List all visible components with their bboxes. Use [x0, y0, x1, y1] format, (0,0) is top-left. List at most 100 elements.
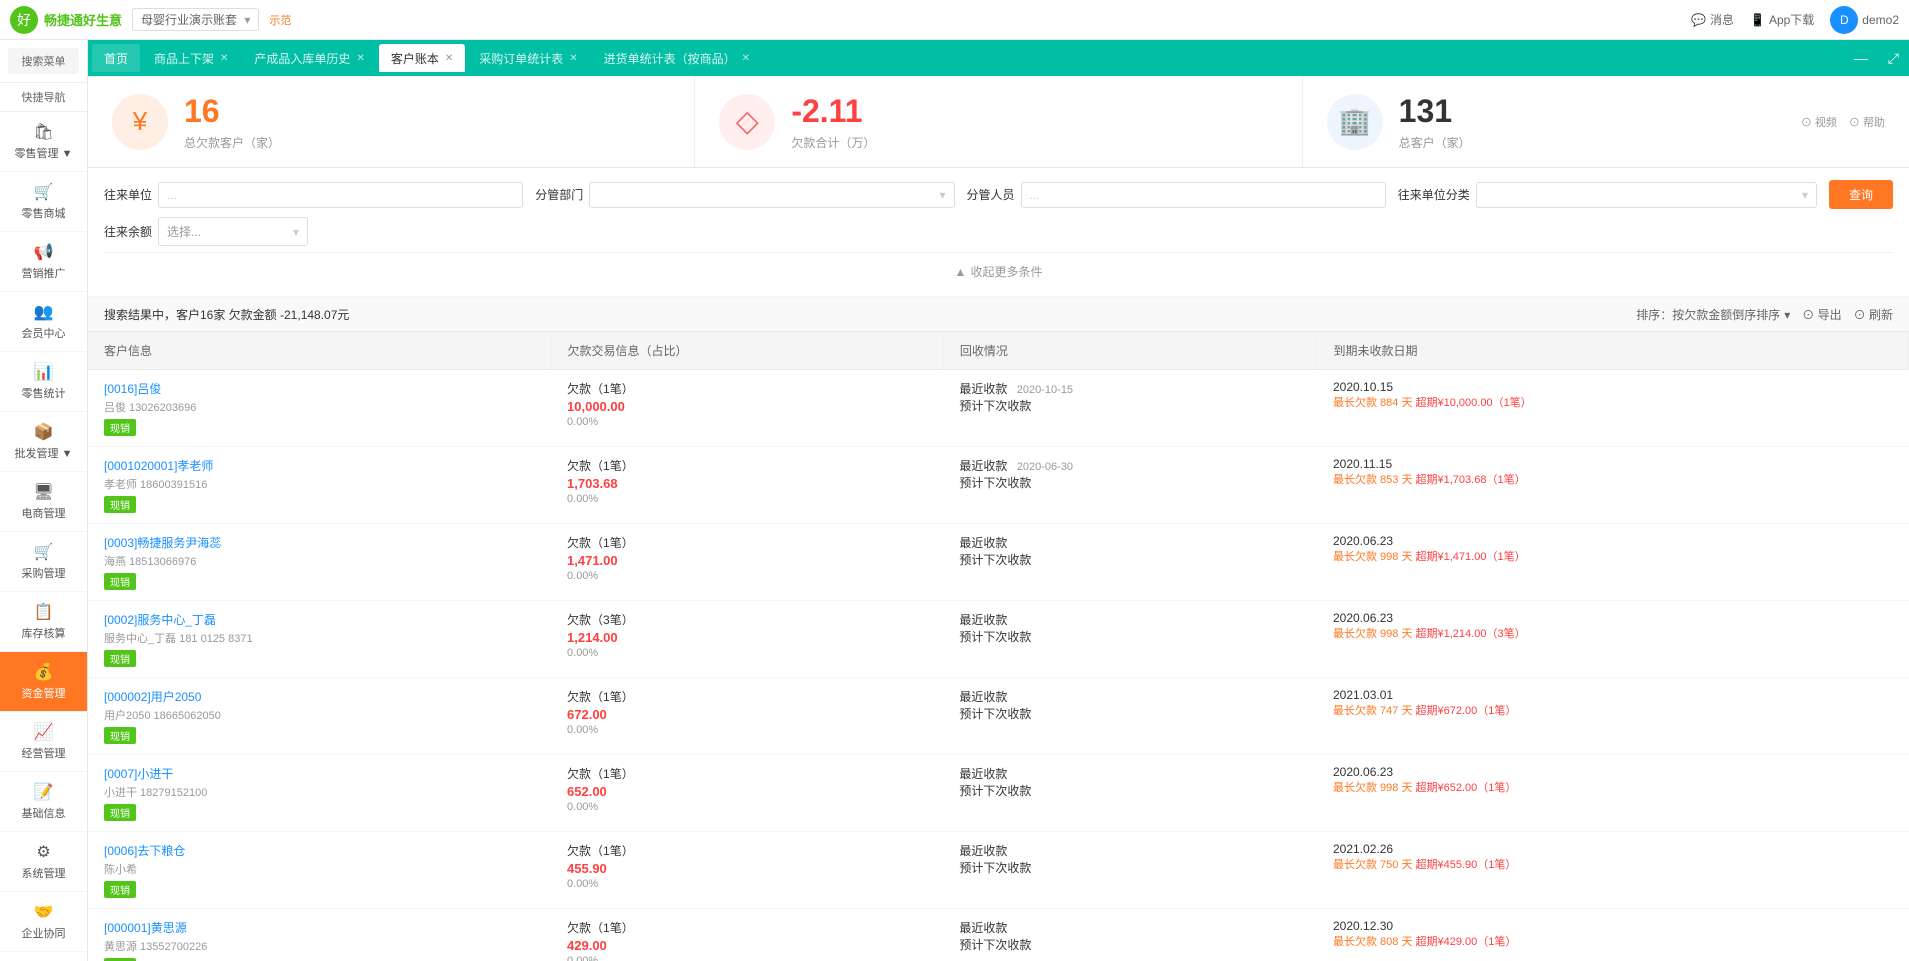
sidebar-item-batch-mgmt[interactable]: 📦 批发管理 ▼ — [0, 412, 87, 472]
due-date-cell: 2020.10.15 最长欠款 884 天 超期¥10,000.00（1笔） — [1317, 370, 1909, 447]
due-date-cell: 2020.12.30 最长欠款 808 天 超期¥429.00（1笔） — [1317, 909, 1909, 961]
tab-expand-btn[interactable]: ⤢ — [1882, 48, 1905, 69]
sidebar-item-finance[interactable]: 💰 资金管理 — [0, 652, 87, 712]
stat-card-debt-customers: ¥ 16 总欠款客户（家） — [88, 76, 695, 167]
tab-bar-actions: — ⤢ — [1848, 48, 1905, 69]
overdue-link[interactable]: 超期¥1,703.68（1笔） — [1416, 474, 1526, 486]
debt-amount[interactable]: 429.00 — [567, 938, 927, 953]
video-btn[interactable]: ⊙ 视频 — [1801, 114, 1837, 130]
tab-purchase-stats-close[interactable]: ✕ — [569, 53, 577, 64]
next-collect-label: 预计下次收款 — [959, 707, 1031, 721]
last-collect-label: 最近收款 — [959, 382, 1007, 396]
tab-home[interactable]: 首页 — [92, 44, 140, 72]
sidebar-item-inventory[interactable]: 📋 库存核算 — [0, 592, 87, 652]
sort-selector[interactable]: 排序：按欠款金额倒序排序 ▾ — [1636, 306, 1790, 323]
filter-manager: 分管人员 ... — [967, 182, 1386, 208]
customer-name-link[interactable]: [0001020001]孝老师 — [104, 459, 213, 473]
from-unit-input[interactable]: ... — [158, 182, 523, 208]
table-row: [0002]服务中心_丁磊 服务中心_丁磊 181 0125 8371 现销 欠… — [88, 601, 1909, 678]
refresh-btn[interactable]: ⊙ 刷新 — [1854, 306, 1893, 323]
demo-link[interactable]: 示范 — [269, 12, 291, 28]
content-area: ¥ 16 总欠款客户（家） ◇ -2.11 欠款合计（万） — [88, 76, 1909, 961]
sidebar-item-retail-store[interactable]: 🛒 零售商城 — [0, 172, 87, 232]
overdue-link[interactable]: 超期¥672.00（1笔） — [1416, 705, 1517, 717]
overdue-link[interactable]: 超期¥429.00（1笔） — [1416, 936, 1517, 948]
sidebar-item-basic-info[interactable]: 📝 基础信息 — [0, 772, 87, 832]
filter-from-unit: 往来单位 ... — [104, 182, 523, 208]
debt-amount[interactable]: 455.90 — [567, 861, 927, 876]
customer-tag: 现销 — [104, 804, 136, 821]
debt-info-cell: 欠款（1笔） 672.00 0.00% — [551, 678, 943, 755]
tab-customer-account-close[interactable]: ✕ — [445, 53, 453, 64]
tab-goods-stats-close[interactable]: ✕ — [742, 53, 750, 64]
debt-amount[interactable]: 672.00 — [567, 707, 927, 722]
debt-amount-label: 欠款合计（万） — [791, 134, 1277, 151]
tab-product-listing-close[interactable]: ✕ — [220, 53, 228, 64]
customer-name-link[interactable]: [000002]用户2050 — [104, 690, 201, 704]
debt-ratio: 0.00% — [567, 416, 927, 428]
debt-amount[interactable]: 1,214.00 — [567, 630, 927, 645]
return-info-cell: 最近收款 预计下次收款 — [943, 524, 1317, 601]
app-download-btn[interactable]: 📱 App下载 — [1750, 11, 1814, 28]
debt-count: 欠款（1笔） — [567, 688, 927, 705]
stats-row: ¥ 16 总欠款客户（家） ◇ -2.11 欠款合计（万） — [88, 76, 1909, 168]
export-btn[interactable]: ⊙ 导出 — [1802, 306, 1841, 323]
th-return-info: 回收情况 — [943, 332, 1317, 370]
tab-goods-stats[interactable]: 进货单统计表（按商品） ✕ — [592, 44, 762, 72]
debt-amount[interactable]: 1,703.68 — [567, 476, 927, 491]
sidebar-item-operation[interactable]: 📈 经营管理 — [0, 712, 87, 772]
manager-input[interactable]: ... — [1021, 182, 1386, 208]
tab-purchase-stats[interactable]: 采购订单统计表 ✕ — [467, 44, 589, 72]
due-date-cell: 2020.06.23 最长欠款 998 天 超期¥652.00（1笔） — [1317, 755, 1909, 832]
customer-name-link[interactable]: [0002]服务中心_丁磊 — [104, 613, 216, 627]
overdue-link[interactable]: 超期¥10,000.00（1笔） — [1416, 397, 1532, 409]
sidebar-item-purchase[interactable]: 🛒 采购管理 — [0, 532, 87, 592]
customer-name-link[interactable]: [0003]畅捷服务尹海蕊 — [104, 536, 221, 550]
sidebar-item-retail-stats[interactable]: 📊 零售统计 — [0, 352, 87, 412]
collapse-btn[interactable]: ▲ 收起更多条件 — [104, 259, 1893, 284]
search-menu-btn[interactable]: 搜索菜单 — [8, 48, 79, 74]
customer-name-link[interactable]: [0007]小进干 — [104, 767, 173, 781]
debt-count: 欠款（1笔） — [567, 457, 927, 474]
debt-amount[interactable]: 10,000.00 — [567, 399, 927, 414]
overdue-link[interactable]: 超期¥1,214.00（3笔） — [1416, 628, 1526, 640]
tenant-selector[interactable]: 母婴行业演示账套 ▾ — [132, 8, 259, 31]
tab-product-listing[interactable]: 商品上下架 ✕ — [142, 44, 240, 72]
sidebar-item-enterprise[interactable]: 🤝 企业协同 — [0, 892, 87, 952]
tab-collapse-btn[interactable]: — — [1848, 48, 1874, 69]
sidebar-item-ecommerce[interactable]: 🖥 电商管理 — [0, 472, 87, 532]
tab-customer-account[interactable]: 客户账本 ✕ — [379, 44, 465, 72]
debt-amount[interactable]: 652.00 — [567, 784, 927, 799]
message-btn[interactable]: 💬 消息 — [1691, 11, 1734, 28]
customer-contact: 小进干 18279152100 — [104, 784, 535, 800]
sidebar-item-system[interactable]: ⚙ 系统管理 — [0, 832, 87, 892]
sidebar-item-retail-mgmt[interactable]: 🛍 零售管理 ▼ — [0, 112, 87, 172]
customer-name-link[interactable]: [0006]去下粮仓 — [104, 844, 185, 858]
overdue-link[interactable]: 超期¥455.90（1笔） — [1416, 859, 1517, 871]
sidebar-item-marketing[interactable]: 📢 营销推广 — [0, 232, 87, 292]
quick-nav[interactable]: 零售管理 快捷导航 — [0, 83, 87, 112]
last-collect-label: 最近收款 — [959, 921, 1007, 935]
overdue-link[interactable]: 超期¥652.00（1笔） — [1416, 782, 1517, 794]
tab-customer-account-label: 客户账本 — [391, 50, 439, 67]
unit-category-select[interactable]: ▾ — [1476, 182, 1817, 208]
max-overdue-label: 最长欠款 808 天 — [1333, 936, 1416, 948]
dept-select[interactable]: ▾ — [589, 182, 954, 208]
stat-actions: ⊙ 视频 ⊙ 帮助 — [1801, 114, 1885, 130]
customer-name-link[interactable]: [000001]黄思源 — [104, 921, 187, 935]
search-btn[interactable]: 查询 — [1829, 180, 1893, 209]
debt-amount[interactable]: 1,471.00 — [567, 553, 927, 568]
enterprise-icon: 🤝 — [0, 902, 87, 922]
sidebar-item-newbie[interactable]: 🎯 新手引导 — [0, 952, 87, 961]
customer-contact: 用户2050 18665062050 — [104, 707, 535, 723]
sort-label: 排序：按欠款金额倒序排序 — [1636, 306, 1780, 323]
overdue-link[interactable]: 超期¥1,471.00（1笔） — [1416, 551, 1526, 563]
tab-product-history[interactable]: 产成品入库单历史 ✕ — [242, 44, 376, 72]
remain-select[interactable]: 选择... ▾ — [158, 217, 308, 246]
sidebar-item-member[interactable]: 👥 会员中心 — [0, 292, 87, 352]
help-btn[interactable]: ⊙ 帮助 — [1849, 114, 1885, 130]
retail-store-icon: 🛒 — [0, 182, 87, 202]
tab-product-history-close[interactable]: ✕ — [356, 53, 364, 64]
user-menu[interactable]: D demo2 — [1830, 6, 1899, 34]
customer-name-link[interactable]: [0016]吕俊 — [104, 382, 161, 396]
